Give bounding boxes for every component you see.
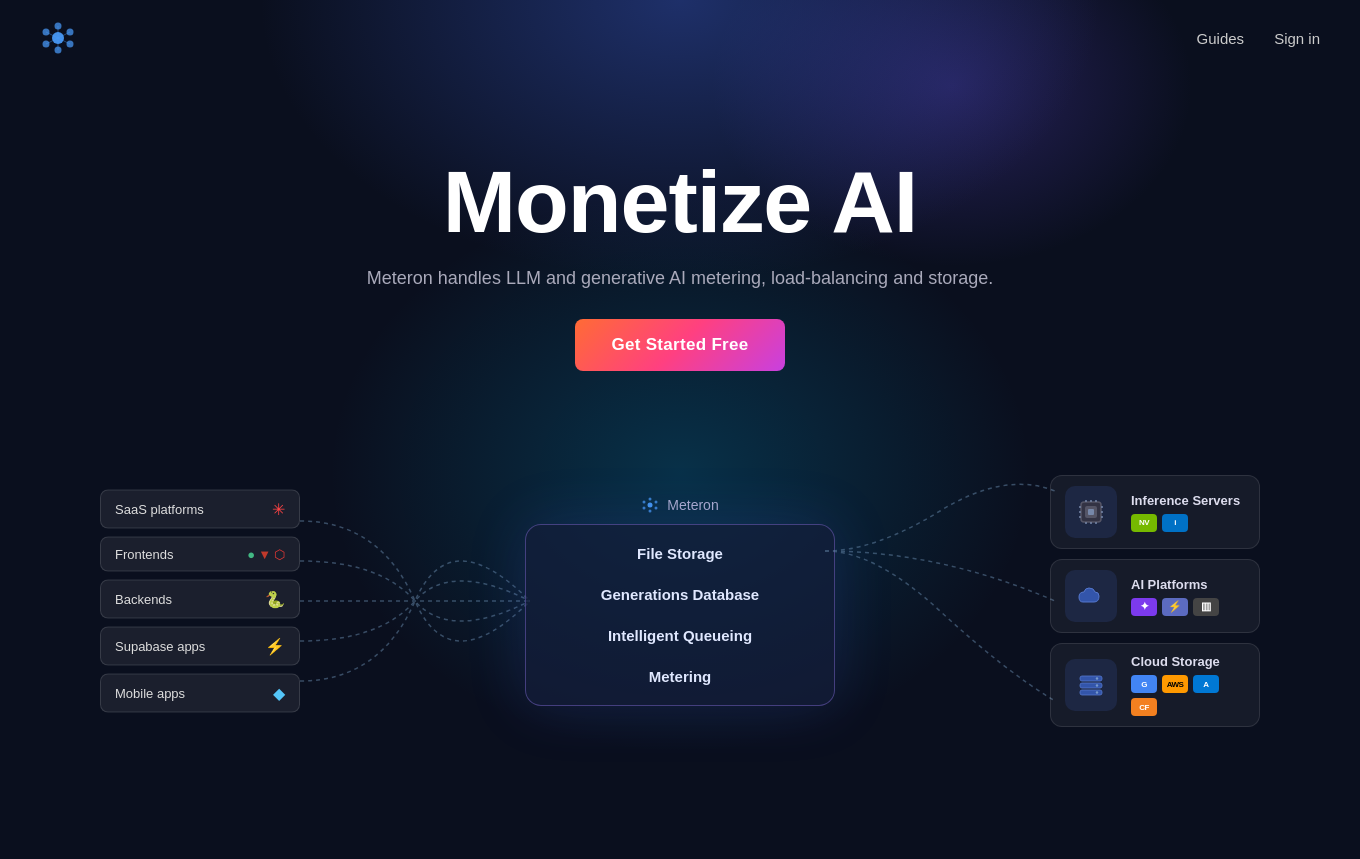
mobile-icon: ◆ (273, 684, 285, 703)
client-frontends: Frontends ●▼⬡ (100, 537, 300, 572)
backends-icon: 🐍 (265, 590, 285, 609)
client-mobile-label: Mobile apps (115, 686, 185, 701)
ai-platforms-name: AI Platforms (1131, 577, 1219, 592)
lightning-badge: ⚡ (1162, 598, 1188, 616)
svg-point-15 (643, 507, 646, 510)
guides-link[interactable]: Guides (1197, 30, 1245, 47)
inference-info: Inference Servers NV i (1131, 493, 1240, 532)
frontends-icon: ●▼⬡ (247, 547, 285, 562)
openai-badge: ✦ (1131, 598, 1157, 616)
client-supabase-label: Supabase apps (115, 639, 205, 654)
meteron-name: Meteron (667, 497, 718, 513)
hero-title: Monetize AI (0, 156, 1360, 248)
left-clients: SaaS platforms ✳ Frontends ●▼⬡ Backends … (100, 490, 300, 713)
inference-icon-box (1065, 486, 1117, 538)
client-backends-label: Backends (115, 592, 172, 607)
service-inference: Inference Servers NV i (1050, 475, 1260, 549)
aws-badge: AWS (1162, 675, 1188, 693)
client-saas-label: SaaS platforms (115, 502, 204, 517)
connector-right-svg (825, 451, 1055, 751)
cloud-storage-logos: G AWS A CF (1131, 675, 1245, 716)
svg-point-13 (643, 501, 646, 504)
signin-link[interactable]: Sign in (1274, 30, 1320, 47)
tf-badge: ▥ (1193, 598, 1219, 616)
cloud-icon (1077, 582, 1105, 610)
ai-platforms-info: AI Platforms ✦ ⚡ ▥ (1131, 577, 1219, 616)
svg-point-35 (1096, 678, 1098, 680)
inference-chip-icon (1077, 498, 1105, 526)
svg-point-16 (655, 507, 658, 510)
client-mobile: Mobile apps ◆ (100, 674, 300, 713)
svg-point-10 (648, 503, 653, 508)
client-frontends-label: Frontends (115, 547, 174, 562)
meteron-label: Meteron (641, 496, 718, 514)
svg-rect-19 (1088, 509, 1094, 515)
cta-button[interactable]: Get Started Free (575, 319, 784, 371)
client-backends: Backends 🐍 (100, 580, 300, 619)
logo-icon (40, 20, 76, 56)
center-item-2: Intelligent Queueing (556, 627, 804, 644)
gcp-badge: G (1131, 675, 1157, 693)
svg-point-37 (1096, 692, 1098, 694)
client-supabase: Supabase apps ⚡ (100, 627, 300, 666)
diagram-area: SaaS platforms ✳ Frontends ●▼⬡ Backends … (0, 411, 1360, 791)
center-box: File Storage Generations Database Intell… (525, 524, 835, 706)
storage-icon (1077, 671, 1105, 699)
nvidia-badge: NV (1131, 514, 1157, 532)
center-item-3: Metering (556, 668, 804, 685)
logo (40, 20, 76, 56)
azure-badge: A (1193, 675, 1219, 693)
saas-icon: ✳ (272, 500, 285, 519)
nav-links: Guides Sign in (1197, 30, 1320, 47)
service-ai-platforms: AI Platforms ✦ ⚡ ▥ (1050, 559, 1260, 633)
center-item-1: Generations Database (556, 586, 804, 603)
inference-name: Inference Servers (1131, 493, 1240, 508)
right-services: Inference Servers NV i AI Platforms ✦ ⚡ … (1050, 475, 1260, 727)
svg-rect-34 (1080, 690, 1102, 695)
svg-rect-32 (1080, 676, 1102, 681)
hero-subtitle: Meteron handles LLM and generative AI me… (0, 268, 1360, 289)
cloud-storage-icon-box (1065, 659, 1117, 711)
cf-badge: CF (1131, 698, 1157, 716)
svg-point-14 (655, 501, 658, 504)
center-item-0: File Storage (556, 545, 804, 562)
svg-point-36 (1096, 685, 1098, 687)
svg-point-12 (649, 510, 652, 513)
cloud-storage-info: Cloud Storage G AWS A CF (1131, 654, 1245, 716)
ai-platforms-icon-box (1065, 570, 1117, 622)
cloud-storage-name: Cloud Storage (1131, 654, 1245, 669)
ai-platforms-logos: ✦ ⚡ ▥ (1131, 598, 1219, 616)
svg-rect-33 (1080, 683, 1102, 688)
navbar: Guides Sign in (0, 0, 1360, 76)
svg-point-11 (649, 498, 652, 501)
service-cloud-storage: Cloud Storage G AWS A CF (1050, 643, 1260, 727)
hero-section: Monetize AI Meteron handles LLM and gene… (0, 76, 1360, 371)
meteron-logo-small (641, 496, 659, 514)
center-box-wrapper: Meteron File Storage Generations Databas… (525, 496, 835, 706)
connector-left-svg (300, 501, 530, 701)
supabase-icon: ⚡ (265, 637, 285, 656)
inference-logos: NV i (1131, 514, 1240, 532)
intel-badge: i (1162, 514, 1188, 532)
client-saas: SaaS platforms ✳ (100, 490, 300, 529)
